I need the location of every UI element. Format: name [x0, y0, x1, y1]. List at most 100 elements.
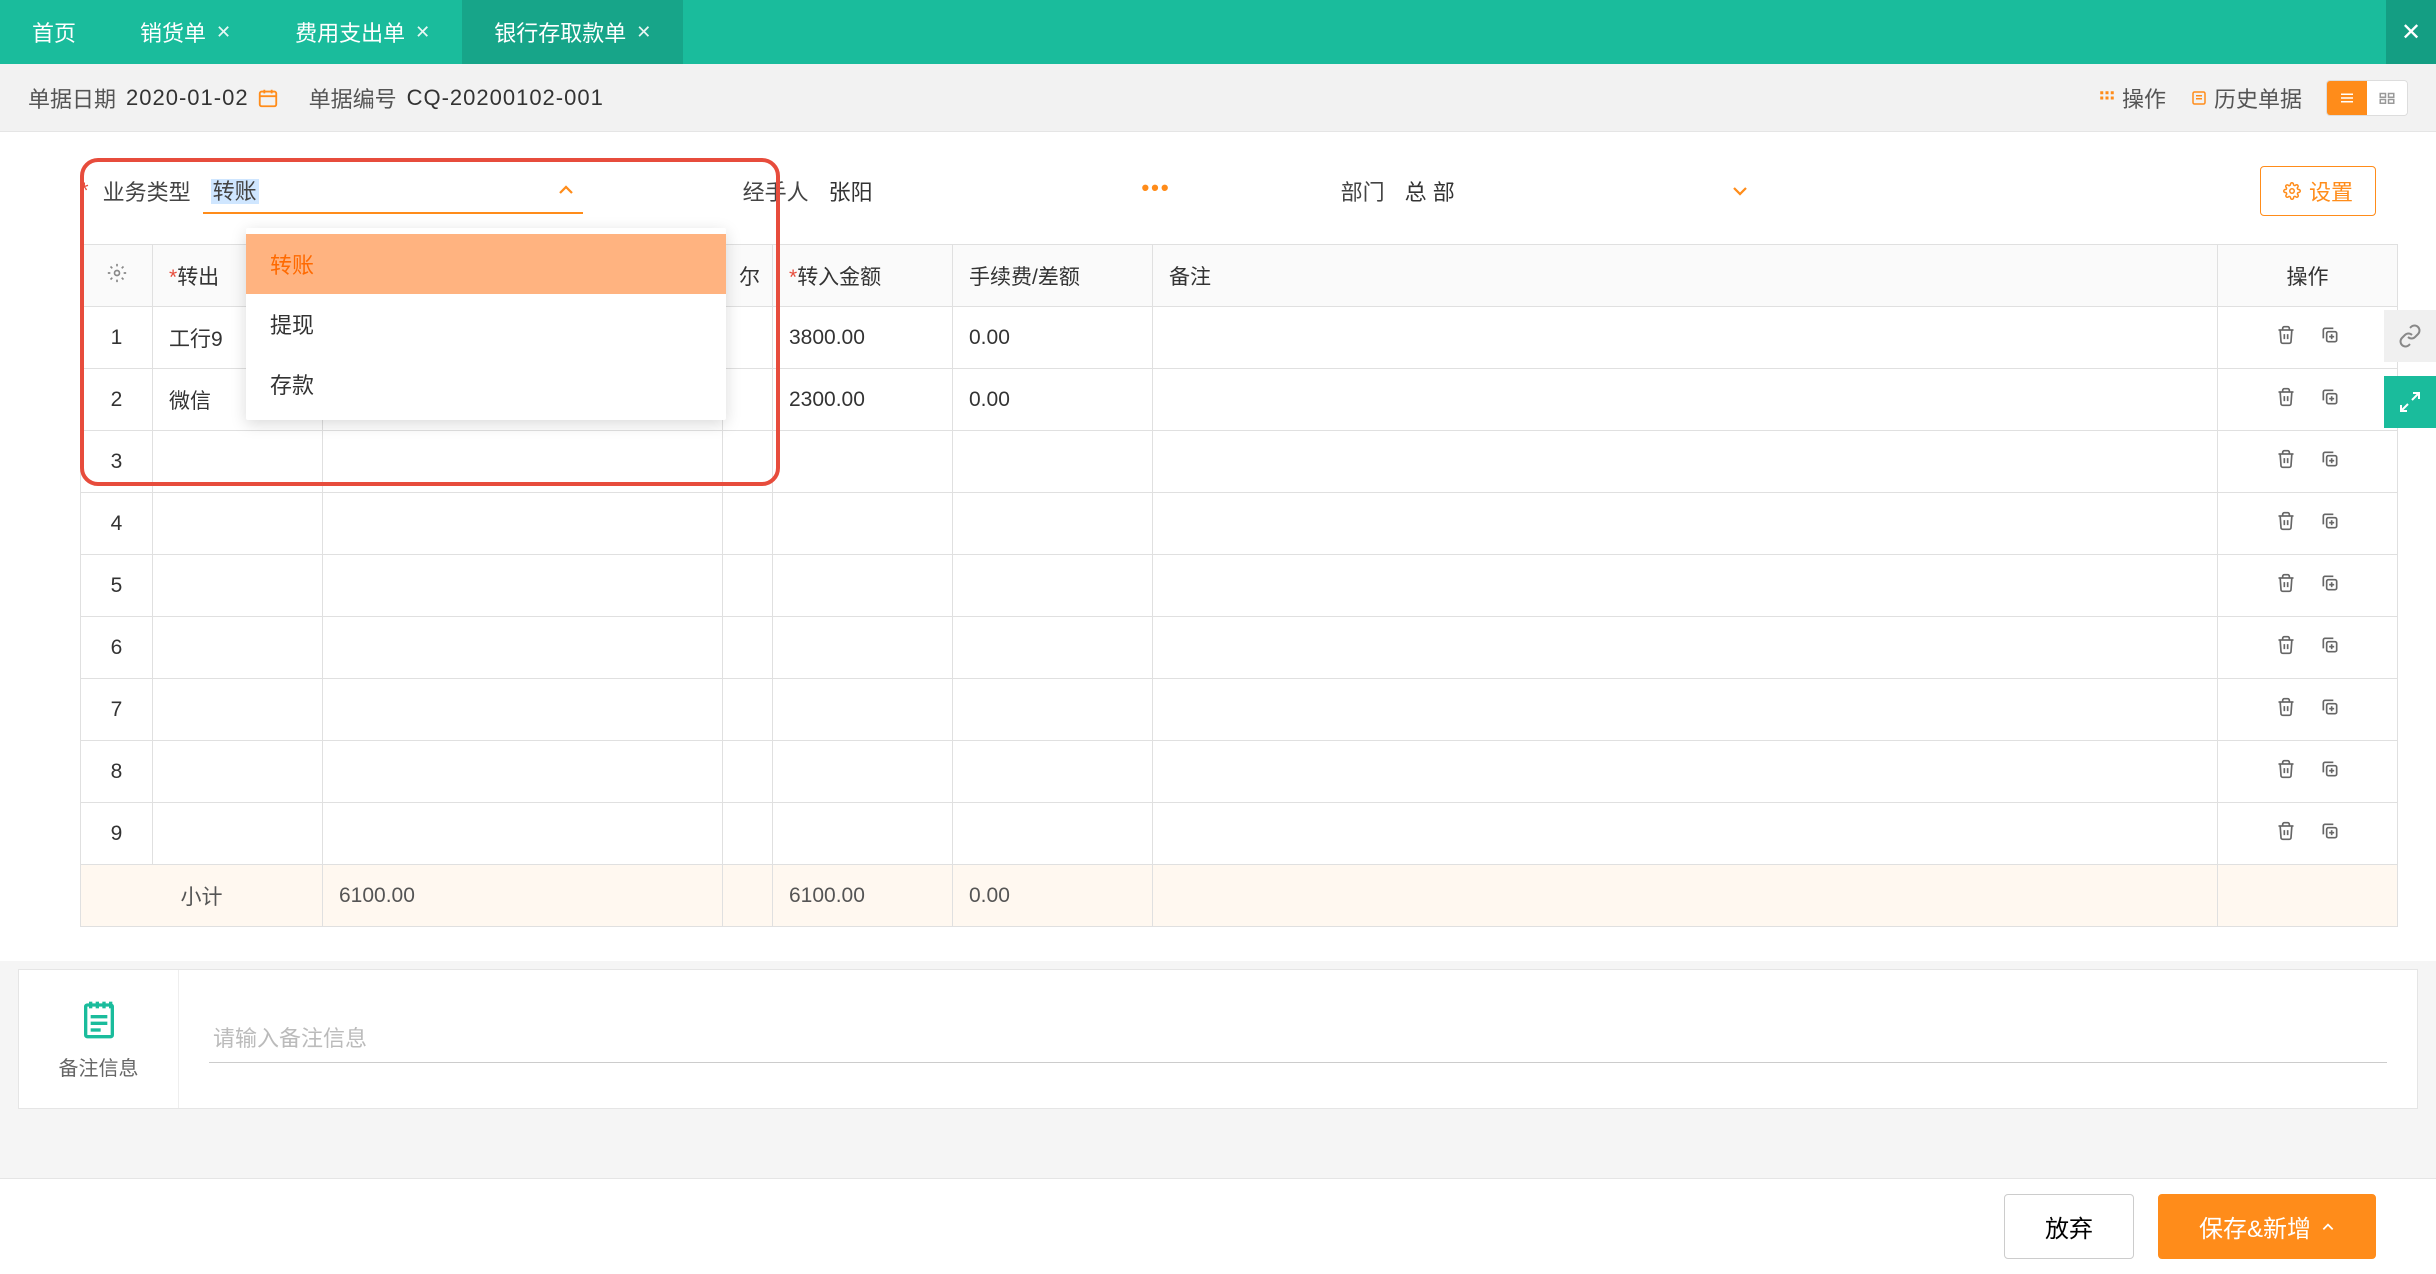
cell-fee[interactable]	[953, 679, 1153, 741]
cell-fee[interactable]	[953, 803, 1153, 865]
cell-out-amount[interactable]	[323, 679, 723, 741]
delete-row-button[interactable]	[2276, 511, 2296, 531]
copy-row-button[interactable]	[2320, 759, 2340, 779]
cell-remark[interactable]	[1153, 741, 2218, 803]
cell-fee[interactable]	[953, 741, 1153, 803]
cell-in-account[interactable]	[723, 307, 773, 369]
cell-in-account[interactable]	[723, 679, 773, 741]
delete-row-button[interactable]	[2276, 759, 2296, 779]
cell-in-account[interactable]	[723, 493, 773, 555]
cell-out-account[interactable]	[153, 431, 323, 493]
delete-row-button[interactable]	[2276, 449, 2296, 469]
copy-row-button[interactable]	[2320, 697, 2340, 717]
handler-select[interactable]: 张阳 •••	[821, 169, 1181, 214]
link-button[interactable]	[2384, 310, 2436, 362]
cell-in-account[interactable]	[723, 431, 773, 493]
cell-out-account[interactable]	[153, 741, 323, 803]
delete-row-button[interactable]	[2276, 387, 2296, 407]
cell-fee[interactable]	[953, 555, 1153, 617]
cell-out-account[interactable]	[153, 803, 323, 865]
tab-home[interactable]: 首页	[0, 0, 108, 64]
cell-in-account[interactable]	[723, 369, 773, 431]
copy-row-button[interactable]	[2320, 449, 2340, 469]
cell-out-amount[interactable]	[323, 803, 723, 865]
cell-remark[interactable]	[1153, 679, 2218, 741]
window-close-button[interactable]: ✕	[2386, 0, 2436, 64]
cell-out-amount[interactable]	[323, 431, 723, 493]
cell-in-amount[interactable]: 2300.00	[773, 369, 953, 431]
table-row[interactable]: 6	[81, 617, 2398, 679]
table-row[interactable]: 3	[81, 431, 2398, 493]
cell-in-amount[interactable]	[773, 741, 953, 803]
cell-in-account[interactable]	[723, 555, 773, 617]
save-new-button[interactable]: 保存&新增	[2158, 1194, 2376, 1259]
cell-in-amount[interactable]	[773, 617, 953, 679]
date-value[interactable]: 2020-01-02	[126, 85, 249, 111]
cell-remark[interactable]	[1153, 803, 2218, 865]
copy-row-button[interactable]	[2320, 635, 2340, 655]
copy-row-button[interactable]	[2320, 511, 2340, 531]
cell-remark[interactable]	[1153, 493, 2218, 555]
close-icon[interactable]: ✕	[415, 22, 430, 43]
cell-out-amount[interactable]	[323, 741, 723, 803]
cell-fee[interactable]	[953, 617, 1153, 679]
cell-out-amount[interactable]	[323, 493, 723, 555]
cell-in-amount[interactable]: 3800.00	[773, 307, 953, 369]
tab-sales[interactable]: 销货单✕	[108, 0, 263, 64]
cell-fee[interactable]	[953, 493, 1153, 555]
history-button[interactable]: 历史单据	[2190, 82, 2302, 114]
settings-button[interactable]: 设置	[2260, 166, 2376, 216]
copy-row-button[interactable]	[2320, 387, 2340, 407]
table-row[interactable]: 7	[81, 679, 2398, 741]
cell-remark[interactable]	[1153, 617, 2218, 679]
col-settings[interactable]	[81, 245, 153, 307]
discard-button[interactable]: 放弃	[2004, 1194, 2134, 1259]
copy-row-button[interactable]	[2320, 325, 2340, 345]
biz-type-select[interactable]: 转账	[203, 168, 583, 214]
close-icon[interactable]: ✕	[216, 22, 231, 43]
cell-in-account[interactable]	[723, 741, 773, 803]
dropdown-option[interactable]: 转账	[246, 234, 726, 294]
cell-out-account[interactable]	[153, 679, 323, 741]
remark-input[interactable]	[209, 1016, 2387, 1063]
cell-remark[interactable]	[1153, 431, 2218, 493]
cell-remark[interactable]	[1153, 555, 2218, 617]
cell-fee[interactable]: 0.00	[953, 307, 1153, 369]
cell-in-amount[interactable]	[773, 493, 953, 555]
delete-row-button[interactable]	[2276, 821, 2296, 841]
cell-in-amount[interactable]	[773, 803, 953, 865]
cell-fee[interactable]: 0.00	[953, 369, 1153, 431]
cell-in-account[interactable]	[723, 617, 773, 679]
expand-button[interactable]	[2384, 376, 2436, 428]
cell-fee[interactable]	[953, 431, 1153, 493]
ops-button[interactable]: 操作	[2098, 82, 2166, 114]
view-list-button[interactable]	[2327, 81, 2367, 115]
delete-row-button[interactable]	[2276, 325, 2296, 345]
dropdown-option[interactable]: 提现	[246, 294, 726, 354]
cell-out-amount[interactable]	[323, 617, 723, 679]
copy-row-button[interactable]	[2320, 821, 2340, 841]
delete-row-button[interactable]	[2276, 635, 2296, 655]
table-row[interactable]: 4	[81, 493, 2398, 555]
table-row[interactable]: 5	[81, 555, 2398, 617]
cell-in-amount[interactable]	[773, 431, 953, 493]
view-grid-button[interactable]	[2367, 81, 2407, 115]
dropdown-option[interactable]: 存款	[246, 354, 726, 414]
delete-row-button[interactable]	[2276, 573, 2296, 593]
cell-in-account[interactable]	[723, 803, 773, 865]
cell-out-account[interactable]	[153, 617, 323, 679]
table-row[interactable]: 8	[81, 741, 2398, 803]
cell-out-account[interactable]	[153, 493, 323, 555]
dept-select[interactable]: 总 部	[1397, 169, 1757, 214]
cell-in-amount[interactable]	[773, 555, 953, 617]
close-icon[interactable]: ✕	[636, 22, 651, 43]
delete-row-button[interactable]	[2276, 697, 2296, 717]
tab-expense[interactable]: 费用支出单✕	[263, 0, 462, 64]
cell-out-amount[interactable]	[323, 555, 723, 617]
cell-remark[interactable]	[1153, 369, 2218, 431]
calendar-icon[interactable]	[257, 87, 279, 109]
cell-out-account[interactable]	[153, 555, 323, 617]
cell-in-amount[interactable]	[773, 679, 953, 741]
copy-row-button[interactable]	[2320, 573, 2340, 593]
tab-bank[interactable]: 银行存取款单✕	[462, 0, 683, 64]
